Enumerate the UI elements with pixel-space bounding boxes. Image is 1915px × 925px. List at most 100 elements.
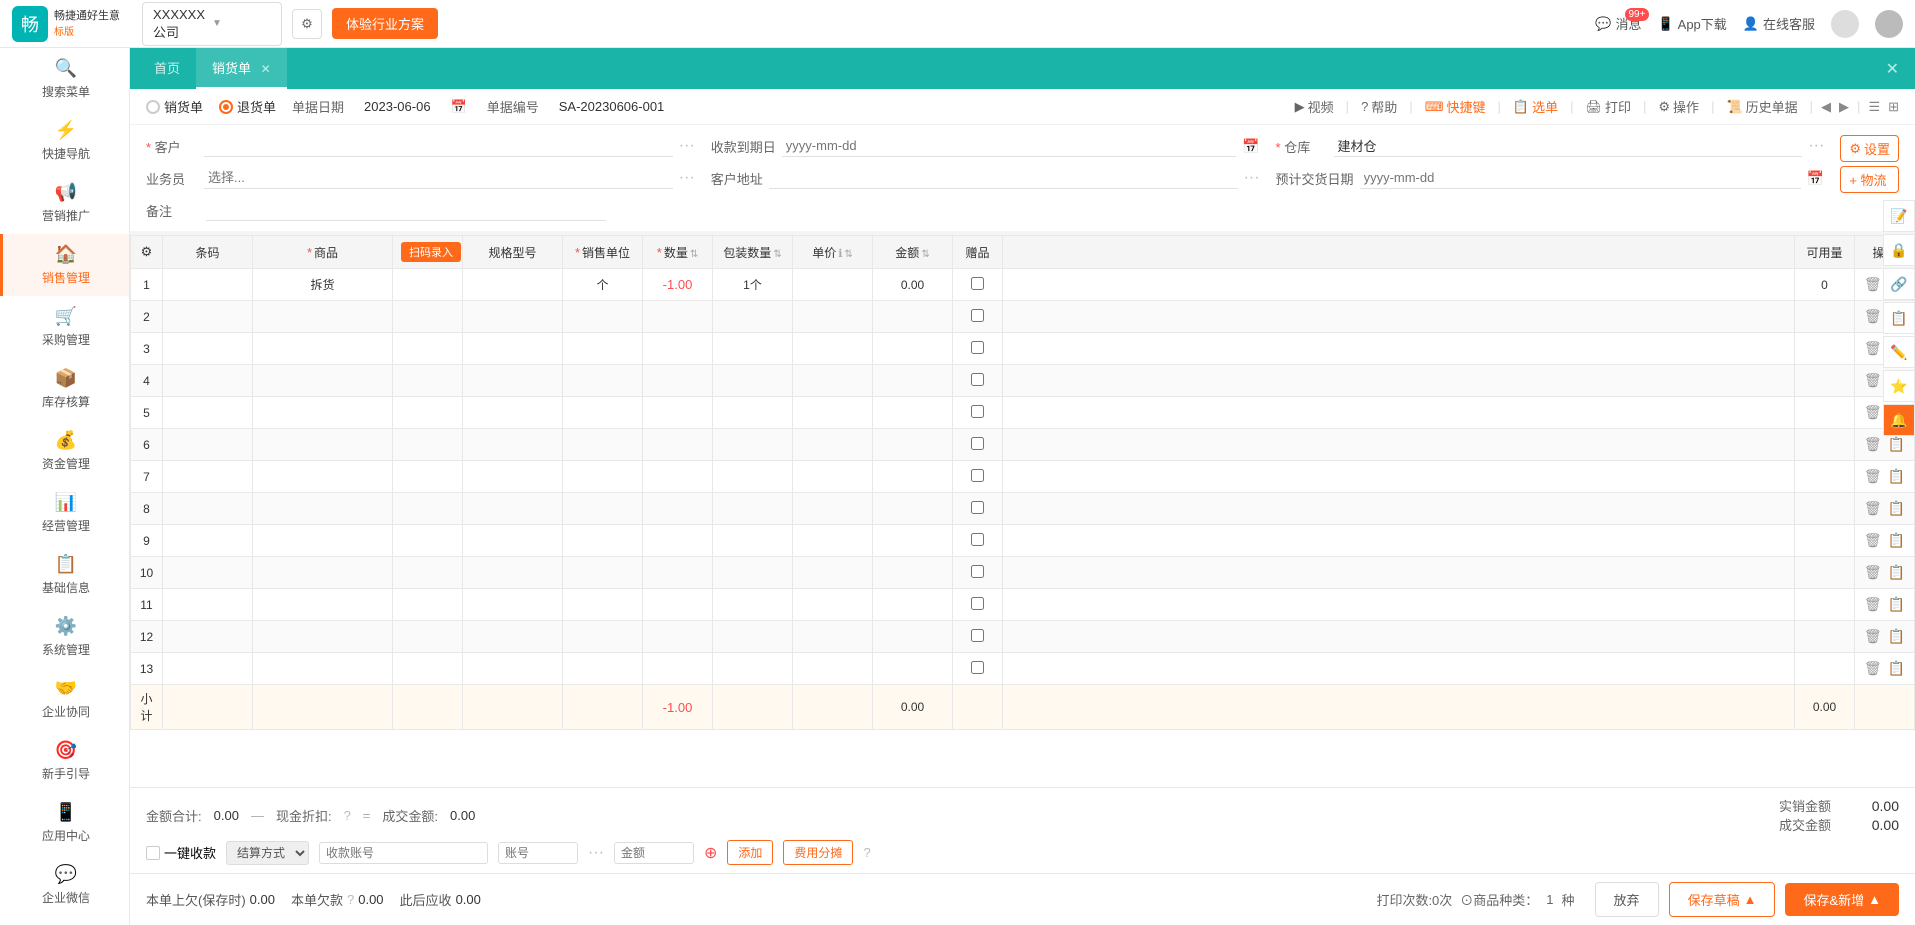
- row13-copy-icon[interactable]: 📋: [1888, 660, 1905, 677]
- row13-delete-icon[interactable]: 🗑: [1864, 660, 1882, 677]
- row7-copy-icon[interactable]: 📋: [1888, 468, 1905, 485]
- row1-gift[interactable]: [953, 269, 1003, 301]
- payment-checkbox-item[interactable]: 一键收款: [146, 843, 216, 862]
- sidebar-item-system[interactable]: ⚙️ 系统管理: [0, 606, 129, 668]
- row6-delete-icon[interactable]: 🗑: [1864, 436, 1882, 453]
- qty-sort-icon[interactable]: ⇅: [690, 249, 698, 260]
- customer-more-btn[interactable]: ···: [679, 137, 695, 155]
- remarks-input[interactable]: [206, 199, 606, 221]
- sidebar-item-guide[interactable]: 🎯 新手引导: [0, 730, 129, 792]
- sidebar-item-purchase[interactable]: 🛒 采购管理: [0, 296, 129, 358]
- nav-next-btn[interactable]: ▶: [1839, 99, 1849, 115]
- customer-addr-more-btn[interactable]: ···: [1244, 169, 1260, 187]
- add-amount-icon[interactable]: ⊕: [704, 843, 717, 863]
- tab-home[interactable]: 首页: [138, 48, 196, 89]
- scan-btn[interactable]: 扫码录入: [401, 242, 461, 262]
- account-input[interactable]: [319, 842, 488, 864]
- avatar2[interactable]: [1875, 10, 1903, 38]
- row12-copy-icon[interactable]: 📋: [1888, 628, 1905, 645]
- date-cal-icon[interactable]: 📅: [451, 99, 467, 115]
- add-btn[interactable]: 添加: [727, 840, 773, 865]
- toolbar-help-btn[interactable]: ? 帮助: [1357, 95, 1401, 118]
- expense-btn[interactable]: 费用分摊: [783, 840, 853, 865]
- toolbar-select-btn[interactable]: 📋 选单: [1509, 95, 1562, 118]
- row10-copy-icon[interactable]: 📋: [1888, 564, 1905, 581]
- sidebar-item-app-center[interactable]: 📱 应用中心: [0, 792, 129, 854]
- salesperson-more-btn[interactable]: ···: [679, 169, 695, 187]
- row12-delete-icon[interactable]: 🗑: [1864, 628, 1882, 645]
- row2-gift-checkbox[interactable]: [971, 309, 984, 322]
- tab-sales-order-close[interactable]: ✕: [261, 62, 271, 76]
- row4-delete-icon[interactable]: 🗑: [1864, 372, 1882, 389]
- save-new-btn[interactable]: 保存&新增 ▲: [1785, 883, 1899, 916]
- row1-delete-icon[interactable]: 🗑: [1864, 276, 1882, 293]
- sticky-lock-btn[interactable]: 🔒: [1883, 234, 1915, 266]
- settlement-select[interactable]: 结算方式: [226, 841, 309, 865]
- nav-prev-btn[interactable]: ◀: [1821, 99, 1831, 115]
- sticky-clipboard-btn[interactable]: 📋: [1883, 302, 1915, 334]
- row6-copy-icon[interactable]: 📋: [1888, 436, 1905, 453]
- order-owe-help[interactable]: ?: [347, 892, 354, 907]
- sidebar-search[interactable]: 🔍 搜索菜单: [0, 48, 129, 110]
- row5-delete-icon[interactable]: 🗑: [1864, 404, 1882, 421]
- payment-due-input[interactable]: [782, 135, 1236, 157]
- warehouse-input[interactable]: [1334, 135, 1803, 157]
- sidebar-item-finance[interactable]: 💰 资金管理: [0, 420, 129, 482]
- row4-gift-checkbox[interactable]: [971, 373, 984, 386]
- customer-input[interactable]: [204, 135, 673, 157]
- row7-gift-checkbox[interactable]: [971, 469, 984, 482]
- row3-delete-icon[interactable]: 🗑: [1864, 340, 1882, 357]
- company-selector[interactable]: XXXXXX公司 ▼: [142, 2, 282, 46]
- pack-sort-icon[interactable]: ⇅: [773, 249, 781, 260]
- discard-btn[interactable]: 放弃: [1595, 882, 1659, 917]
- settings-btn[interactable]: ⚙ 设置: [1840, 135, 1899, 162]
- row8-delete-icon[interactable]: 🗑: [1864, 500, 1882, 517]
- online-support-btn[interactable]: 👤 在线客服: [1743, 14, 1815, 33]
- toolbar-print-btn[interactable]: 🖨 打印: [1581, 95, 1635, 118]
- row3-gift-checkbox[interactable]: [971, 341, 984, 354]
- toolbar-video-btn[interactable]: ▶ 视频: [1291, 95, 1338, 118]
- row1-barcode-input[interactable]: [171, 278, 244, 292]
- sidebar-item-sales[interactable]: 🏠 销售管理: [0, 234, 129, 296]
- avatar[interactable]: [1831, 10, 1859, 38]
- price-info-icon[interactable]: ℹ: [838, 248, 842, 260]
- customer-addr-input[interactable]: [769, 167, 1238, 189]
- row1-gift-checkbox[interactable]: [971, 277, 984, 290]
- warehouse-more-btn[interactable]: ···: [1808, 137, 1824, 155]
- sticky-star-btn[interactable]: ⭐: [1883, 370, 1915, 402]
- sidebar-item-wechat[interactable]: 💬 企业微信: [0, 854, 129, 916]
- amount-input[interactable]: [614, 842, 694, 864]
- row11-delete-icon[interactable]: 🗑: [1864, 596, 1882, 613]
- payment-checkbox[interactable]: [146, 846, 160, 860]
- row9-copy-icon[interactable]: 📋: [1888, 532, 1905, 549]
- row8-copy-icon[interactable]: 📋: [1888, 500, 1905, 517]
- row7-delete-icon[interactable]: 🗑: [1864, 468, 1882, 485]
- row10-delete-icon[interactable]: 🗑: [1864, 564, 1882, 581]
- row9-delete-icon[interactable]: 🗑: [1864, 532, 1882, 549]
- row6-gift-checkbox[interactable]: [971, 437, 984, 450]
- message-btn[interactable]: 💬 消息 99+: [1595, 14, 1641, 33]
- radio-return[interactable]: 退货单: [219, 97, 276, 116]
- tab-sales-order[interactable]: 销货单 ✕: [196, 48, 287, 89]
- sidebar-item-inventory[interactable]: 📦 库存核算: [0, 358, 129, 420]
- account-no-input[interactable]: [498, 842, 578, 864]
- sidebar-item-marketing[interactable]: 📢 营销推广: [0, 172, 129, 234]
- th-gear[interactable]: ⚙: [131, 236, 163, 269]
- row1-barcode[interactable]: [163, 269, 253, 301]
- row9-gift-checkbox[interactable]: [971, 533, 984, 546]
- toolbar-history-btn[interactable]: 📜 历史单据: [1722, 95, 1801, 118]
- salesperson-input[interactable]: [204, 167, 673, 189]
- sidebar-item-enterprise[interactable]: 🤝 企业协同: [0, 668, 129, 730]
- toolbar-action-btn[interactable]: ⚙ 操作: [1654, 95, 1703, 118]
- row8-gift-checkbox[interactable]: [971, 501, 984, 514]
- row2-delete-icon[interactable]: 🗑: [1864, 308, 1882, 325]
- row5-gift-checkbox[interactable]: [971, 405, 984, 418]
- radio-sales[interactable]: 销货单: [146, 97, 203, 116]
- cash-discount-help-icon[interactable]: ?: [344, 808, 351, 823]
- price-sort-icon[interactable]: ⇅: [844, 249, 852, 260]
- sticky-notes-btn[interactable]: 📝: [1883, 200, 1915, 232]
- sidebar-item-operations[interactable]: 📊 经营管理: [0, 482, 129, 544]
- tab-close-right[interactable]: ✕: [1878, 51, 1907, 87]
- sticky-alert-btn[interactable]: 🔔: [1883, 404, 1915, 436]
- account-more-btn[interactable]: ···: [588, 844, 604, 862]
